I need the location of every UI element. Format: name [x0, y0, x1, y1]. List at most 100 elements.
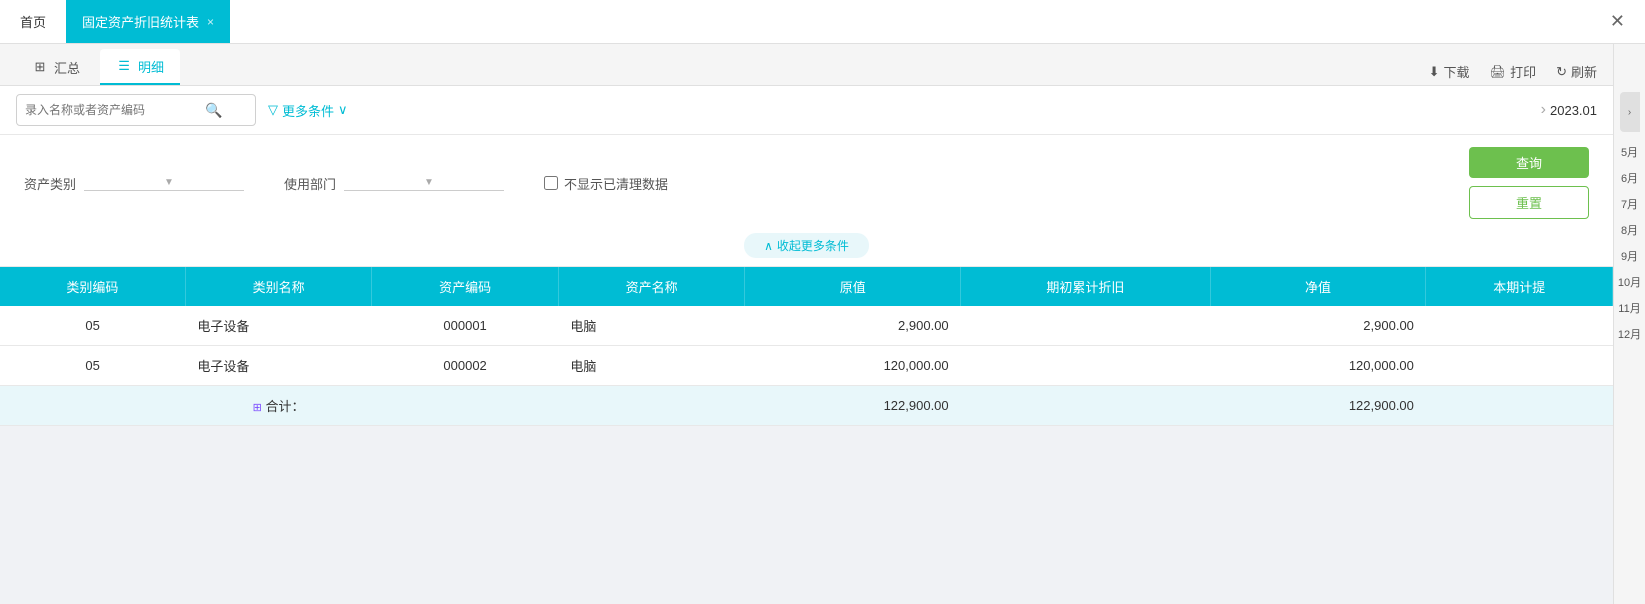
summary-icon: ⊞ — [32, 59, 48, 75]
tab-detail[interactable]: ☰ 明细 — [100, 49, 180, 85]
search-wrap[interactable]: 🔍 — [16, 94, 256, 126]
collapse-label: 收起更多条件 — [777, 237, 849, 254]
asset-category-field: 资产类别 ▼ — [24, 174, 244, 193]
page-body: ⊞ 汇总 ☰ 明细 ⬇ 下载 🖨 打印 ↻ 刷 — [0, 44, 1613, 604]
table-cell: 120,000.00 — [745, 346, 961, 386]
date-display: › 2023.01 — [1541, 101, 1597, 119]
asset-category-arrow: ▼ — [164, 177, 240, 188]
query-button[interactable]: 查询 — [1469, 147, 1589, 178]
active-tab[interactable]: 固定资产折旧统计表 × — [66, 0, 230, 43]
table-row: 05电子设备000002电脑120,000.00120,000.00 — [0, 346, 1613, 386]
date-value: 2023.01 — [1550, 103, 1597, 118]
table-cell: 电子设备 — [185, 346, 372, 386]
download-label: 下载 — [1444, 62, 1470, 81]
sidebar-month-item[interactable]: 5月 — [1614, 140, 1645, 164]
sidebar-month-item[interactable]: 7月 — [1614, 192, 1645, 216]
table-cell — [961, 306, 1211, 346]
print-label: 打印 — [1510, 62, 1536, 81]
tab-close-icon[interactable]: × — [207, 15, 214, 29]
asset-category-select[interactable]: ▼ — [84, 175, 244, 191]
total-cell — [0, 386, 185, 426]
right-sidebar: › 5月6月7月8月9月10月11月12月 2023 — [1613, 44, 1645, 604]
collapse-icon: ∧ — [764, 239, 773, 253]
total-cell: 122,900.00 — [745, 386, 961, 426]
total-icon: ⊞ — [253, 402, 262, 414]
reset-button[interactable]: 重置 — [1469, 186, 1589, 219]
table-cell: 2,900.00 — [1210, 306, 1426, 346]
department-label: 使用部门 — [284, 174, 336, 193]
table-cell: 000001 — [372, 306, 559, 346]
search-input[interactable] — [25, 103, 205, 117]
table-cell — [1426, 346, 1613, 386]
refresh-button[interactable]: ↻ 刷新 — [1556, 62, 1597, 81]
tabs-row: ⊞ 汇总 ☰ 明细 ⬇ 下载 🖨 打印 ↻ 刷 — [0, 44, 1613, 86]
table-cell: 电子设备 — [185, 306, 372, 346]
sidebar-month-item[interactable]: 8月 — [1614, 218, 1645, 242]
adv-filter-row: 资产类别 ▼ 使用部门 ▼ 不显示已清理数据 — [24, 147, 1589, 219]
tabs-right: ⬇ 下载 🖨 打印 ↻ 刷新 — [1429, 62, 1597, 85]
tab-detail-label: 明细 — [138, 57, 164, 76]
refresh-icon: ↻ — [1556, 64, 1567, 80]
adv-filter-panel: 资产类别 ▼ 使用部门 ▼ 不显示已清理数据 — [0, 135, 1613, 267]
top-nav: 首页 固定资产折旧统计表 × ✕ — [0, 0, 1645, 44]
sidebar-month-list: 5月6月7月8月9月10月11月12月 — [1614, 140, 1645, 346]
collapse-bar: ∧ 收起更多条件 — [24, 227, 1589, 262]
asset-category-label: 资产类别 — [24, 174, 76, 193]
tab-summary[interactable]: ⊞ 汇总 — [16, 49, 96, 85]
sidebar-month-item[interactable]: 11月 — [1614, 296, 1645, 320]
col-current-depreciation: 本期计提 — [1426, 267, 1613, 306]
col-category-code: 类别编码 — [0, 267, 185, 306]
search-icon[interactable]: 🔍 — [205, 102, 222, 119]
table-cell: 120,000.00 — [1210, 346, 1426, 386]
more-filter-label: 更多条件 — [282, 101, 334, 120]
total-cell: 122,900.00 — [1210, 386, 1426, 426]
table-cell: 2,900.00 — [745, 306, 961, 346]
sidebar-month-item[interactable]: 10月 — [1614, 270, 1645, 294]
chevron-down-icon: ∨ — [338, 102, 348, 118]
col-initial-depreciation: 期初累计折旧 — [961, 267, 1211, 306]
total-cell: ⊞ 合计： — [185, 386, 372, 426]
print-button[interactable]: 🖨 打印 — [1490, 62, 1537, 81]
col-category-name: 类别名称 — [185, 267, 372, 306]
total-cell — [1426, 386, 1613, 426]
col-asset-name: 资产名称 — [558, 267, 745, 306]
window-close-button[interactable]: ✕ — [1590, 11, 1645, 32]
layout-wrapper: ⊞ 汇总 ☰ 明细 ⬇ 下载 🖨 打印 ↻ 刷 — [0, 44, 1645, 604]
filter-icon: ▽ — [268, 102, 278, 118]
department-arrow: ▼ — [424, 177, 500, 188]
table-cell: 000002 — [372, 346, 559, 386]
tab-title: 固定资产折旧统计表 — [82, 12, 199, 31]
department-select[interactable]: ▼ — [344, 175, 504, 191]
home-link[interactable]: 首页 — [0, 0, 66, 43]
total-cell — [372, 386, 559, 426]
print-icon: 🖨 — [1490, 64, 1507, 80]
no-cleared-field[interactable]: 不显示已清理数据 — [544, 174, 668, 193]
tabs-left: ⊞ 汇总 ☰ 明细 — [16, 44, 180, 85]
total-row: ⊞ 合计： 122,900.00 122,900.00 — [0, 386, 1613, 426]
total-cell — [558, 386, 745, 426]
tab-summary-label: 汇总 — [54, 58, 80, 77]
table-cell: 电脑 — [558, 306, 745, 346]
table-row: 05电子设备000001电脑2,900.002,900.00 — [0, 306, 1613, 346]
download-button[interactable]: ⬇ 下载 — [1429, 62, 1470, 81]
table-cell: 05 — [0, 346, 185, 386]
sidebar-month-item[interactable]: 9月 — [1614, 244, 1645, 268]
col-asset-code: 资产编码 — [372, 267, 559, 306]
table-wrap: 类别编码 类别名称 资产编码 资产名称 原值 期初累计折旧 净值 本期计提 05… — [0, 267, 1613, 604]
chevron-right-icon: › — [1541, 101, 1546, 119]
sidebar-expand-button[interactable]: › — [1620, 92, 1640, 132]
no-cleared-label: 不显示已清理数据 — [564, 174, 668, 193]
detail-icon: ☰ — [116, 58, 132, 74]
collapse-button[interactable]: ∧ 收起更多条件 — [744, 233, 869, 258]
sidebar-month-item[interactable]: 6月 — [1614, 166, 1645, 190]
total-cell — [961, 386, 1211, 426]
table-cell — [961, 346, 1211, 386]
table-header: 类别编码 类别名称 资产编码 资产名称 原值 期初累计折旧 净值 本期计提 — [0, 267, 1613, 306]
more-filter-button[interactable]: ▽ 更多条件 ∨ — [268, 101, 348, 120]
refresh-label: 刷新 — [1571, 62, 1597, 81]
table-cell: 05 — [0, 306, 185, 346]
no-cleared-checkbox[interactable] — [544, 176, 558, 190]
filter-bar: 🔍 ▽ 更多条件 ∨ › 2023.01 — [0, 86, 1613, 135]
download-icon: ⬇ — [1429, 64, 1440, 80]
sidebar-month-item[interactable]: 12月 — [1614, 322, 1645, 346]
